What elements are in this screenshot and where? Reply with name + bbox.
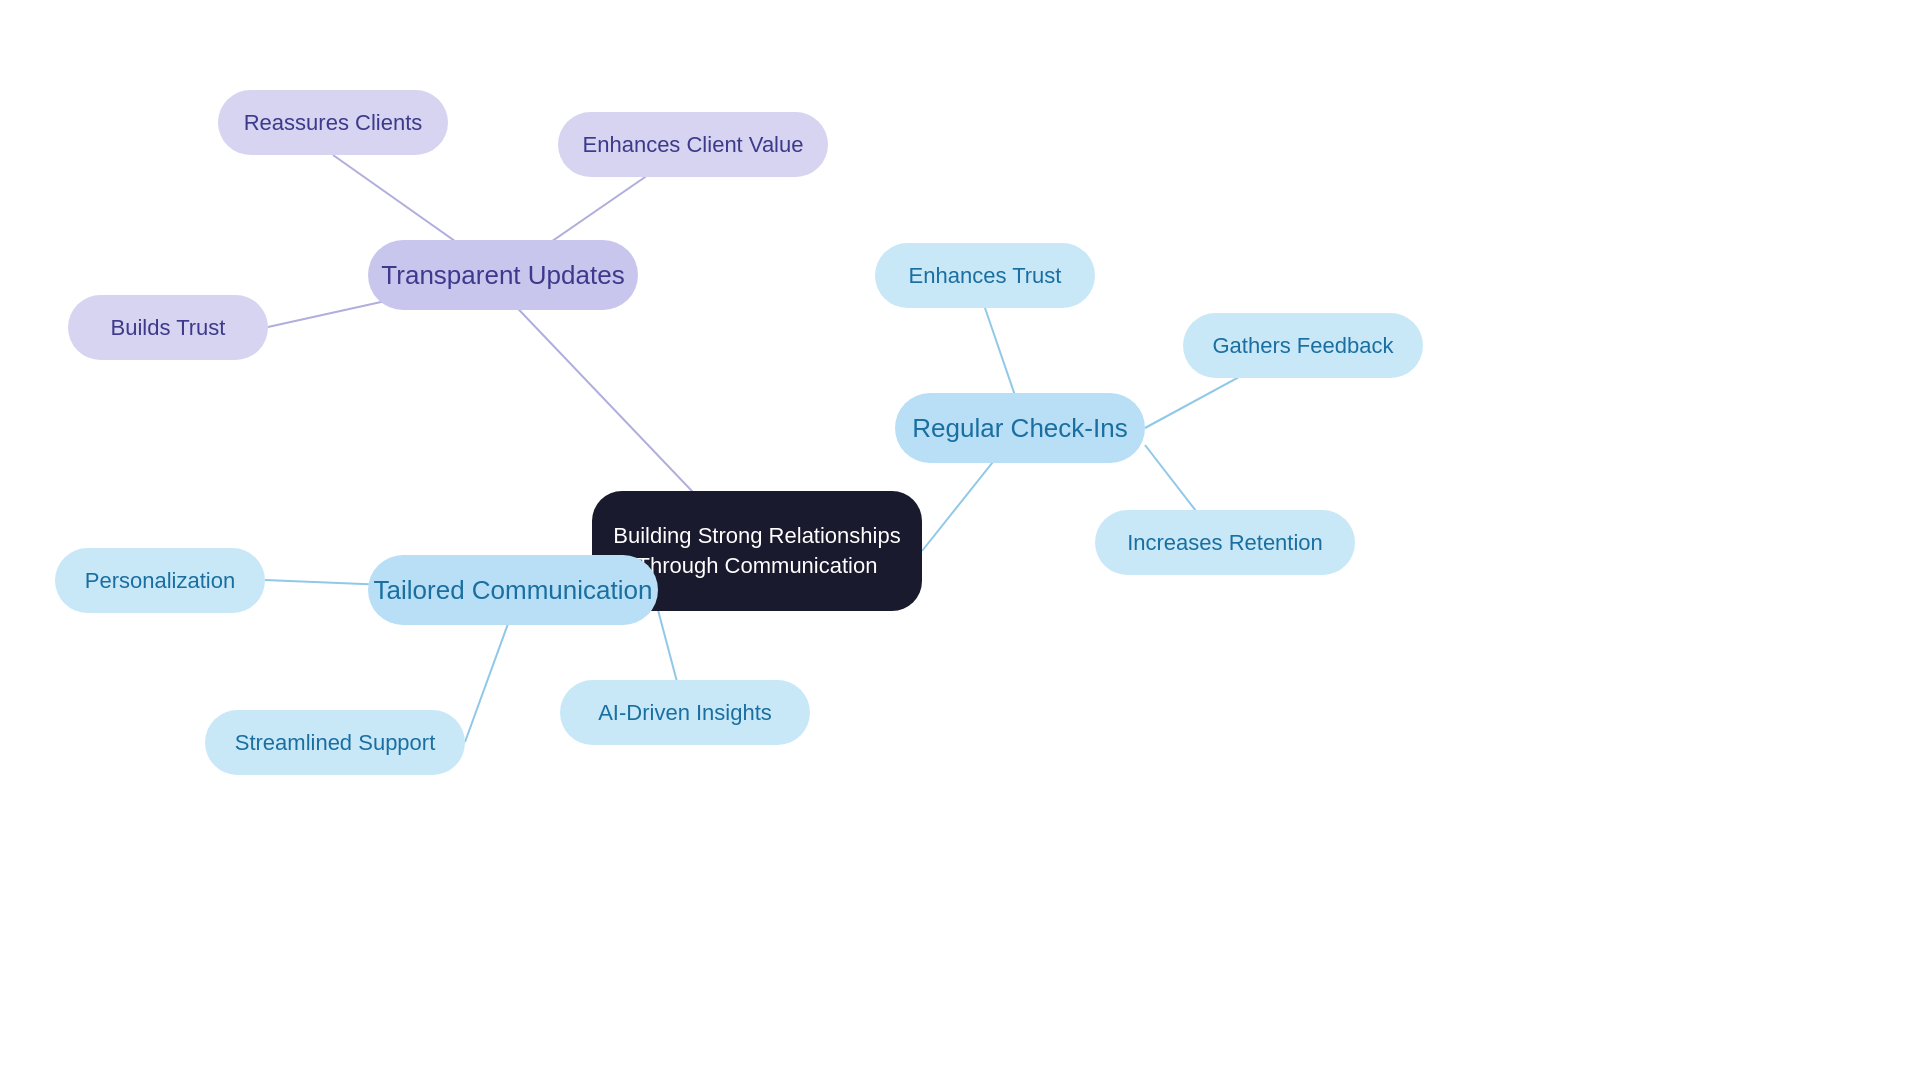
regular-checkins-node: Regular Check-Ins xyxy=(895,393,1145,463)
enhances-client-value-node: Enhances Client Value xyxy=(558,112,828,177)
connections-svg xyxy=(0,0,1920,1083)
enhances-client-value-label: Enhances Client Value xyxy=(583,132,804,158)
transparent-updates-node: Transparent Updates xyxy=(368,240,638,310)
streamlined-support-label: Streamlined Support xyxy=(235,730,436,756)
tailored-communication-node: Tailored Communication xyxy=(368,555,658,625)
regular-checkins-label: Regular Check-Ins xyxy=(912,413,1127,444)
central-label: Building Strong Relationships Through Co… xyxy=(613,521,900,580)
ai-driven-insights-node: AI-Driven Insights xyxy=(560,680,810,745)
gathers-feedback-node: Gathers Feedback xyxy=(1183,313,1423,378)
enhances-trust-label: Enhances Trust xyxy=(909,263,1062,289)
tailored-communication-label: Tailored Communication xyxy=(374,575,653,606)
builds-trust-node: Builds Trust xyxy=(68,295,268,360)
transparent-updates-label: Transparent Updates xyxy=(381,260,624,291)
ai-driven-insights-label: AI-Driven Insights xyxy=(598,700,772,726)
gathers-feedback-label: Gathers Feedback xyxy=(1213,333,1394,359)
personalization-label: Personalization xyxy=(85,568,235,594)
increases-retention-label: Increases Retention xyxy=(1127,530,1323,556)
reassures-clients-label: Reassures Clients xyxy=(244,110,423,136)
enhances-trust-node: Enhances Trust xyxy=(875,243,1095,308)
personalization-node: Personalization xyxy=(55,548,265,613)
reassures-clients-node: Reassures Clients xyxy=(218,90,448,155)
streamlined-support-node: Streamlined Support xyxy=(205,710,465,775)
svg-line-10 xyxy=(465,610,513,742)
builds-trust-label: Builds Trust xyxy=(111,315,226,341)
increases-retention-node: Increases Retention xyxy=(1095,510,1355,575)
svg-line-0 xyxy=(503,293,710,510)
